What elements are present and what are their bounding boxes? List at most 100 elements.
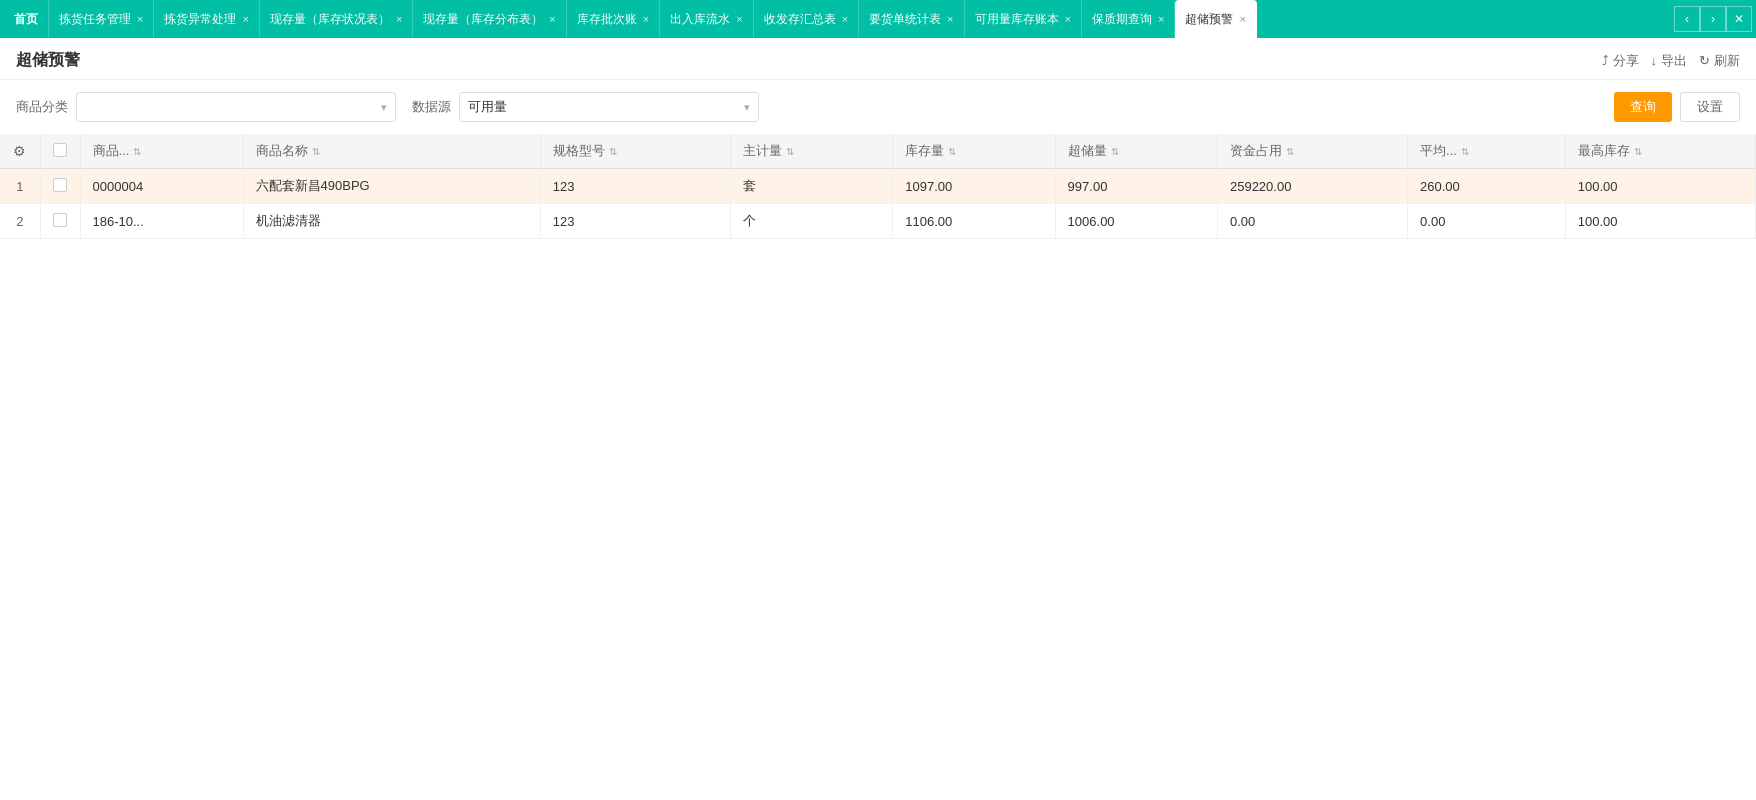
- nav-tab-quality-query-label: 保质期查询: [1092, 11, 1152, 28]
- nav-tab-in-out-flow[interactable]: 出入库流水 ×: [660, 0, 753, 38]
- share-icon: ⤴: [1602, 53, 1609, 68]
- table-body: 1 0000004 六配套新昌490BPG 123 套 1097.00 997.…: [0, 169, 1756, 239]
- col-header-product-name[interactable]: 商品名称 ⇅: [243, 134, 540, 169]
- nav-tab-recv-send-close[interactable]: ×: [842, 13, 848, 25]
- data-table: ⚙ 商品... ⇅ 商品名称 ⇅: [0, 134, 1756, 239]
- row-capital-usage-0: 259220.00: [1217, 169, 1407, 204]
- nav-tab-recv-send[interactable]: 收发存汇总表 ×: [754, 0, 859, 38]
- col-label-max-stock: 最高库存: [1578, 142, 1630, 160]
- col-header-overstock-qty[interactable]: 超储量 ⇅: [1055, 134, 1217, 169]
- nav-tab-batch-ledger-close[interactable]: ×: [643, 13, 649, 25]
- nav-arrows: ‹ › ✕: [1674, 6, 1752, 32]
- nav-tab-task-mgmt-label: 拣货任务管理: [59, 11, 131, 28]
- col-label-product-name: 商品名称: [256, 142, 308, 160]
- row-checkbox[interactable]: [53, 178, 67, 192]
- row-unit-1: 个: [730, 204, 892, 239]
- row-index-0: 1: [0, 169, 40, 204]
- category-select[interactable]: ▾: [76, 92, 396, 122]
- page-title: 超储预警: [16, 50, 80, 71]
- sort-icon-product-name: ⇅: [312, 146, 320, 157]
- sort-icon-unit: ⇅: [786, 146, 794, 157]
- nav-arrow-close[interactable]: ✕: [1726, 6, 1752, 32]
- nav-tab-quality-query-close[interactable]: ×: [1158, 13, 1164, 25]
- header-actions: ⤴ 分享 ↓ 导出 ↻ 刷新: [1602, 52, 1741, 70]
- settings-button[interactable]: 设置: [1680, 92, 1740, 122]
- col-label-capital-usage: 资金占用: [1230, 142, 1282, 160]
- nav-tab-in-out-flow-close[interactable]: ×: [736, 13, 742, 25]
- col-header-stock-qty[interactable]: 库存量 ⇅: [893, 134, 1055, 169]
- datasource-select-value: 可用量: [468, 98, 507, 116]
- nav-tab-recv-send-label: 收发存汇总表: [764, 11, 836, 28]
- share-label: 分享: [1613, 52, 1639, 70]
- sort-icon-product-code: ⇅: [133, 146, 141, 157]
- nav-tab-avail-ledger-label: 可用量库存账本: [975, 11, 1059, 28]
- col-header-capital-usage[interactable]: 资金占用 ⇅: [1217, 134, 1407, 169]
- nav-tab-task-mgmt[interactable]: 拣货任务管理 ×: [49, 0, 154, 38]
- col-label-spec: 规格型号: [553, 142, 605, 160]
- col-label-avg: 平均...: [1420, 142, 1457, 160]
- row-spec-1: 123: [540, 204, 730, 239]
- category-filter: 商品分类 ▾: [16, 92, 396, 122]
- row-capital-usage-1: 0.00: [1217, 204, 1407, 239]
- nav-tab-stock-status[interactable]: 现存量（库存状况表） ×: [260, 0, 413, 38]
- nav-tab-abnormal-close[interactable]: ×: [242, 13, 248, 25]
- row-number: 1: [16, 179, 23, 194]
- query-button[interactable]: 查询: [1614, 92, 1672, 122]
- nav-tab-overstock-warning-close[interactable]: ×: [1239, 13, 1245, 25]
- header-checkbox[interactable]: [53, 143, 67, 157]
- row-unit-0: 套: [730, 169, 892, 204]
- nav-tab-stock-dist[interactable]: 现存量（库存分布表） ×: [413, 0, 566, 38]
- row-number: 2: [16, 214, 23, 229]
- datasource-filter: 数据源 可用量 ▾: [412, 92, 759, 122]
- nav-tab-order-stat[interactable]: 要货单统计表 ×: [859, 0, 964, 38]
- export-icon: ↓: [1651, 53, 1658, 68]
- sort-icon-capital-usage: ⇅: [1286, 146, 1294, 157]
- refresh-button[interactable]: ↻ 刷新: [1699, 52, 1740, 70]
- col-header-max-stock[interactable]: 最高库存 ⇅: [1565, 134, 1755, 169]
- refresh-icon: ↻: [1699, 53, 1710, 68]
- row-stock-qty-1: 1106.00: [893, 204, 1055, 239]
- nav-tab-abnormal[interactable]: 拣货异常处理 ×: [154, 0, 259, 38]
- row-checkbox-1[interactable]: [40, 204, 80, 239]
- gear-icon[interactable]: ⚙: [13, 143, 26, 159]
- nav-arrow-left[interactable]: ‹: [1674, 6, 1700, 32]
- nav-tab-quality-query[interactable]: 保质期查询 ×: [1082, 0, 1175, 38]
- col-header-avg[interactable]: 平均... ⇅: [1408, 134, 1566, 169]
- row-overstock-qty-0: 997.00: [1055, 169, 1217, 204]
- export-button[interactable]: ↓ 导出: [1651, 52, 1688, 70]
- nav-tab-abnormal-label: 拣货异常处理: [164, 11, 236, 28]
- sort-icon-spec: ⇅: [609, 146, 617, 157]
- col-header-unit[interactable]: 主计量 ⇅: [730, 134, 892, 169]
- page-content: 超储预警 ⤴ 分享 ↓ 导出 ↻ 刷新 商品分类 ▾ 数据源: [0, 38, 1756, 800]
- nav-tab-overstock-warning[interactable]: 超储预警 ×: [1175, 0, 1256, 38]
- nav-tab-stock-dist-close[interactable]: ×: [549, 13, 555, 25]
- col-header-spec[interactable]: 规格型号 ⇅: [540, 134, 730, 169]
- row-checkbox[interactable]: [53, 213, 67, 227]
- nav-tab-task-mgmt-close[interactable]: ×: [137, 13, 143, 25]
- col-label-stock-qty: 库存量: [905, 142, 944, 160]
- sort-icon-stock-qty: ⇅: [948, 146, 956, 157]
- nav-tab-batch-ledger[interactable]: 库存批次账 ×: [567, 0, 660, 38]
- nav-tab-order-stat-close[interactable]: ×: [947, 13, 953, 25]
- table-header-row: ⚙ 商品... ⇅ 商品名称 ⇅: [0, 134, 1756, 169]
- nav-tab-home-label: 首页: [14, 11, 38, 28]
- col-label-overstock-qty: 超储量: [1068, 142, 1107, 160]
- nav-tab-avail-ledger[interactable]: 可用量库存账本 ×: [965, 0, 1082, 38]
- share-button[interactable]: ⤴ 分享: [1602, 52, 1639, 70]
- nav-arrow-right[interactable]: ›: [1700, 6, 1726, 32]
- row-stock-qty-0: 1097.00: [893, 169, 1055, 204]
- nav-tab-batch-ledger-label: 库存批次账: [577, 11, 637, 28]
- col-label-unit: 主计量: [743, 142, 782, 160]
- nav-tab-stock-status-close[interactable]: ×: [396, 13, 402, 25]
- datasource-select[interactable]: 可用量 ▾: [459, 92, 759, 122]
- table-row: 2 186-10... 机油滤清器 123 个 1106.00 1006.00 …: [0, 204, 1756, 239]
- col-header-settings[interactable]: ⚙: [0, 134, 40, 169]
- table-row: 1 0000004 六配套新昌490BPG 123 套 1097.00 997.…: [0, 169, 1756, 204]
- nav-tab-home[interactable]: 首页: [4, 0, 49, 38]
- row-overstock-qty-1: 1006.00: [1055, 204, 1217, 239]
- row-product-code-1: 186-10...: [80, 204, 243, 239]
- col-header-product-code[interactable]: 商品... ⇅: [80, 134, 243, 169]
- nav-tab-stock-dist-label: 现存量（库存分布表）: [423, 11, 543, 28]
- row-checkbox-0[interactable]: [40, 169, 80, 204]
- nav-tab-avail-ledger-close[interactable]: ×: [1065, 13, 1071, 25]
